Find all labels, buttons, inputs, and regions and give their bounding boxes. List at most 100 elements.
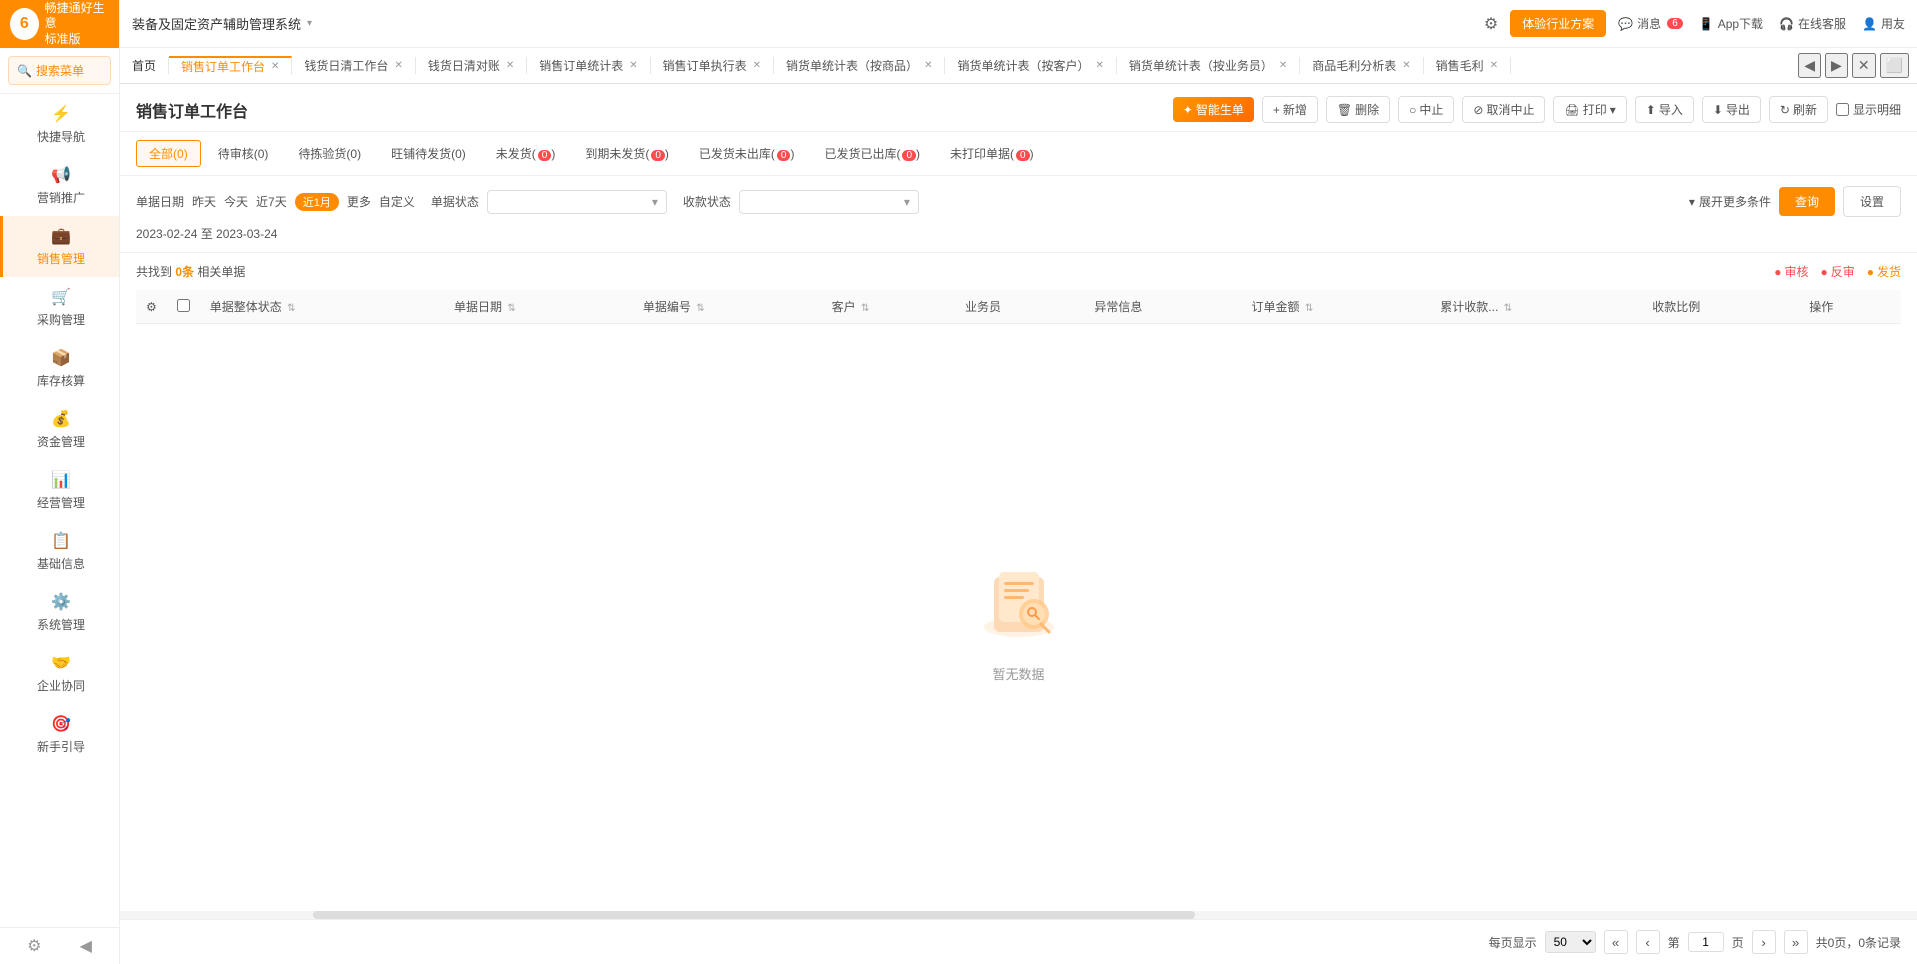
settings-btn[interactable]: 设置	[1843, 186, 1901, 217]
info-action-anti-review[interactable]: ●反审	[1820, 263, 1854, 280]
tab-home[interactable]: 首页	[120, 57, 169, 74]
tab-gross-margin[interactable]: 商品毛利分析表 ✕	[1300, 57, 1423, 74]
topbar-settings-icon[interactable]: ⚙	[1484, 14, 1498, 34]
sort-customer-icon[interactable]: ⇅	[861, 303, 869, 314]
delete-btn[interactable]: 🗑 删除	[1326, 96, 1390, 123]
message-item[interactable]: 💬 消息 6	[1618, 15, 1683, 32]
user-item[interactable]: 👤 用友	[1862, 15, 1905, 32]
tab-close-cash-reconcile[interactable]: ✕	[506, 60, 514, 71]
print-btn[interactable]: 🖨 打印 ▾	[1553, 96, 1626, 123]
last-page-btn[interactable]: »	[1784, 930, 1808, 954]
dropdown-arrow-icon[interactable]: ▾	[307, 18, 312, 29]
prev-page-btn[interactable]: ‹	[1636, 930, 1660, 954]
new-btn[interactable]: + 新增	[1262, 96, 1318, 123]
tab-cash-reconcile[interactable]: 钱货日清对账✕	[416, 57, 527, 74]
tab-maximize-btn[interactable]: ⬜	[1880, 53, 1909, 78]
filter-tab-not-shipped[interactable]: 未发货(0)	[483, 140, 569, 167]
tab-close-cash-daily[interactable]: ✕	[394, 60, 402, 71]
tab-sales-summary-staff[interactable]: 销货单统计表（按业务员）✕	[1117, 57, 1300, 74]
refresh-btn[interactable]: ↻ 刷新	[1769, 96, 1828, 123]
search-menu-button[interactable]: 🔍 搜索菜单	[8, 56, 111, 85]
tab-close-gross-margin[interactable]: ✕	[1402, 60, 1410, 71]
sort-accumulated-icon[interactable]: ⇅	[1504, 303, 1512, 314]
tab-close-sales-workbench[interactable]: ✕	[271, 61, 279, 72]
sidebar-item-system-mgmt[interactable]: ⚙️系统管理	[0, 582, 119, 643]
sidebar-bottom: ⚙ ◀	[0, 927, 119, 964]
tab-prev-btn[interactable]: ◀	[1798, 53, 1821, 78]
cancel-suspend-btn[interactable]: ⊘ 取消中止	[1462, 96, 1545, 123]
industry-btn[interactable]: 体验行业方案	[1510, 10, 1606, 37]
sort-date-icon[interactable]: ⇅	[507, 303, 515, 314]
date-opt-近1月[interactable]: 近1月	[295, 193, 339, 211]
per-page-select[interactable]: 50 20 100	[1545, 931, 1596, 953]
scrollbar-track[interactable]	[136, 911, 1901, 919]
tab-close-sales-summary-customer[interactable]: ✕	[1095, 60, 1103, 71]
show-detail-input[interactable]	[1836, 103, 1849, 116]
sidebar-item-operations-mgmt[interactable]: 📊经营管理	[0, 460, 119, 521]
sort-status-icon[interactable]: ⇅	[287, 303, 295, 314]
sidebar-item-basic-info[interactable]: 📋基础信息	[0, 521, 119, 582]
tab-close-sales-exec[interactable]: ✕	[753, 60, 761, 71]
tab-sales-summary-customer[interactable]: 销货单统计表（按客户）✕	[945, 57, 1116, 74]
sort-number-icon[interactable]: ⇅	[696, 303, 704, 314]
tab-sales-stats[interactable]: 销售订单统计表✕	[527, 57, 650, 74]
payment-select[interactable]: ▾	[739, 190, 919, 214]
import-btn[interactable]: ⬆ 导入	[1635, 96, 1694, 123]
sort-amount-icon[interactable]: ⇅	[1305, 303, 1313, 314]
tab-sales-workbench[interactable]: 销售订单工作台✕	[169, 56, 292, 75]
app-download-item[interactable]: 📱 App下载	[1699, 15, 1763, 32]
sidebar-item-sales-mgmt[interactable]: 💼销售管理	[0, 216, 119, 277]
filter-tab-shipped-out[interactable]: 已发货已出库(0)	[811, 140, 933, 167]
filter-tab-all[interactable]: 全部(0)	[136, 140, 201, 167]
tab-sales-summary-product[interactable]: 销货单统计表（按商品）✕	[774, 57, 945, 74]
ai-btn[interactable]: ✦ 智能生单	[1173, 97, 1254, 122]
online-service-item[interactable]: 🎧 在线客服	[1779, 15, 1846, 32]
date-opt-昨天[interactable]: 昨天	[192, 193, 216, 210]
first-page-btn[interactable]: «	[1604, 930, 1628, 954]
next-page-btn[interactable]: ›	[1752, 930, 1776, 954]
sidebar-item-beginner-guide[interactable]: 🎯新手引导	[0, 704, 119, 765]
info-action-review[interactable]: ●审核	[1774, 263, 1808, 280]
expand-btn[interactable]: ▾ 展开更多条件	[1689, 193, 1771, 210]
tab-close-sales-profit[interactable]: ✕	[1490, 60, 1498, 71]
tab-close-sales-summary-staff[interactable]: ✕	[1279, 60, 1287, 71]
date-opt-近7天[interactable]: 近7天	[256, 193, 287, 210]
date-opt-今天[interactable]: 今天	[224, 193, 248, 210]
column-settings-icon[interactable]: ⚙	[146, 300, 157, 314]
table-info: 共找到 0条 相关单据 ●审核●反审●发货	[136, 253, 1901, 290]
tab-cash-daily[interactable]: 钱货日清工作台✕	[292, 57, 415, 74]
query-btn[interactable]: 查询	[1779, 187, 1835, 216]
select-all-checkbox[interactable]	[177, 299, 190, 312]
sidebar-item-finance-mgmt[interactable]: 💰资金管理	[0, 399, 119, 460]
sidebar-item-purchase-mgmt[interactable]: 🛒采购管理	[0, 277, 119, 338]
date-label: 单据日期	[136, 193, 184, 210]
suspend-btn[interactable]: ○ 中止	[1398, 96, 1454, 123]
date-opt-自定义[interactable]: 自定义	[379, 193, 415, 210]
filter-tab-not-printed[interactable]: 未打印单据(0)	[937, 140, 1047, 167]
tab-label-gross-margin: 商品毛利分析表	[1312, 57, 1396, 74]
collapse-icon[interactable]: ◀	[80, 936, 92, 956]
status-select[interactable]: ▾	[487, 190, 667, 214]
filter-tab-pending-review[interactable]: 待审核(0)	[205, 140, 282, 167]
tab-sales-profit[interactable]: 销售毛利✕	[1424, 57, 1511, 74]
tab-next-btn[interactable]: ▶	[1825, 53, 1848, 78]
tab-sales-exec[interactable]: 销售订单执行表✕	[651, 57, 774, 74]
sidebar-item-quick-nav[interactable]: ⚡快捷导航	[0, 94, 119, 155]
show-detail-checkbox[interactable]: 显示明细	[1836, 101, 1901, 118]
sidebar-item-inventory[interactable]: 📦库存核算	[0, 338, 119, 399]
sidebar-item-marketing-promo[interactable]: 📢营销推广	[0, 155, 119, 216]
filter-tab-shipped-not-out[interactable]: 已发货未出库(0)	[686, 140, 808, 167]
export-btn[interactable]: ⬇ 导出	[1702, 96, 1761, 123]
sidebar-item-enterprise-coop[interactable]: 🤝企业协同	[0, 643, 119, 704]
tab-close-sales-stats[interactable]: ✕	[629, 60, 637, 71]
filter-tab-pending-inspect[interactable]: 待拣验货(0)	[285, 140, 374, 167]
tab-close-sales-summary-product[interactable]: ✕	[924, 60, 932, 71]
scrollbar-thumb[interactable]	[313, 911, 1196, 919]
date-opt-更多[interactable]: 更多	[347, 193, 371, 210]
page-input[interactable]	[1688, 932, 1724, 952]
filter-tab-expired-not-shipped[interactable]: 到期未发货(0)	[572, 140, 682, 167]
tab-close-all-btn[interactable]: ✕	[1852, 53, 1876, 78]
settings-bottom-icon[interactable]: ⚙	[27, 936, 41, 956]
info-action-ship[interactable]: ●发货	[1867, 263, 1901, 280]
filter-tab-wangpu-pending[interactable]: 旺铺待发货(0)	[378, 140, 479, 167]
